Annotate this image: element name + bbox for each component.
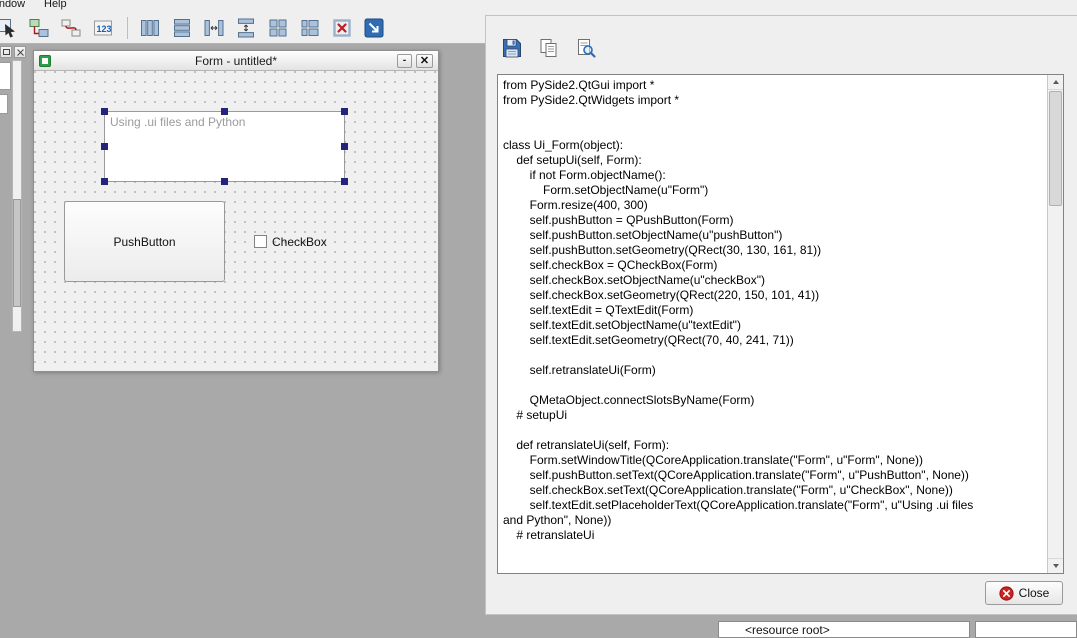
resize-handle[interactable] — [101, 178, 108, 185]
edit-signals-slots-icon — [28, 17, 50, 39]
tab-order-digits: 123 — [97, 24, 112, 34]
edit-tab-order-button[interactable]: 123 — [88, 14, 118, 42]
scroll-up-button[interactable] — [1048, 75, 1063, 90]
find-icon — [575, 37, 597, 59]
resize-handle[interactable] — [101, 143, 108, 150]
adjust-size-icon — [363, 17, 385, 39]
layout-grid-icon — [267, 17, 289, 39]
minimize-button[interactable]: - — [397, 54, 412, 68]
generated-python-code: from PySide2.QtGui import * from PySide2… — [498, 75, 1046, 573]
edit-widgets-button[interactable] — [0, 14, 22, 42]
resize-handle[interactable] — [341, 108, 348, 115]
break-layout-button[interactable] — [327, 14, 357, 42]
dock-titlebar — [0, 46, 26, 58]
edit-buddies-button[interactable] — [56, 14, 86, 42]
dock-list-fragment-2 — [0, 94, 8, 114]
qt-designer-screen: Window Help — [0, 0, 1077, 638]
save-icon — [501, 37, 523, 59]
break-layout-icon — [331, 17, 353, 39]
dock-close-icon — [16, 48, 25, 57]
resize-handle[interactable] — [341, 178, 348, 185]
code-scrollbar[interactable] — [1047, 75, 1063, 573]
textedit-widget[interactable]: Using .ui files and Python — [104, 111, 345, 182]
layout-horizontal-splitter-button[interactable] — [199, 14, 229, 42]
up-arrow-icon — [1053, 80, 1059, 84]
checkbox-label: CheckBox — [272, 235, 327, 249]
toolbar-separator — [127, 17, 128, 39]
find-button[interactable] — [572, 34, 600, 62]
dock-close-button[interactable] — [14, 46, 26, 58]
code-scrollbar-thumb[interactable] — [1049, 91, 1062, 206]
menu-window[interactable]: Window — [0, 0, 25, 10]
dock-float-icon — [2, 48, 11, 57]
layout-horizontal-icon — [139, 17, 161, 39]
resize-handle[interactable] — [221, 108, 228, 115]
resize-handle[interactable] — [101, 108, 108, 115]
copy-icon — [538, 37, 560, 59]
layout-form-button[interactable] — [295, 14, 325, 42]
edit-buddies-icon — [60, 17, 82, 39]
dock-float-button[interactable] — [0, 46, 12, 58]
down-arrow-icon — [1053, 564, 1059, 568]
form-window-icon — [39, 55, 51, 67]
layout-vertical-button[interactable] — [167, 14, 197, 42]
resource-browser-fragment: <resource root> — [718, 621, 970, 638]
form-designer-window: Form - untitled* - ✕ Using .ui files and… — [33, 50, 439, 372]
adjust-size-button[interactable] — [359, 14, 389, 42]
resource-root-item[interactable]: <resource root> — [719, 622, 969, 637]
dock-scrollbar[interactable] — [12, 60, 22, 332]
close-button-label: Close — [1019, 586, 1050, 600]
textedit-placeholder: Using .ui files and Python — [110, 115, 245, 129]
form-window-title: Form - untitled* — [34, 54, 438, 68]
resize-handle[interactable] — [221, 178, 228, 185]
edit-widgets-icon — [0, 17, 18, 39]
form-canvas[interactable]: Using .ui files and Python PushButton Ch… — [34, 71, 438, 371]
close-window-button[interactable]: ✕ — [416, 54, 433, 68]
left-dock-fragment — [0, 44, 26, 638]
main-toolbar: 123 — [0, 13, 391, 43]
view-code-dialog: from PySide2.QtGui import * from PySide2… — [485, 15, 1077, 615]
resize-handle[interactable] — [341, 143, 348, 150]
layout-form-icon — [299, 17, 321, 39]
layout-horizontal-button[interactable] — [135, 14, 165, 42]
layout-grid-button[interactable] — [263, 14, 293, 42]
close-button[interactable]: Close — [985, 581, 1063, 605]
dock-list-fragment — [0, 62, 11, 90]
pushbutton-widget[interactable]: PushButton — [64, 201, 225, 282]
checkbox-indicator[interactable] — [254, 235, 267, 248]
close-circle-icon — [999, 586, 1014, 601]
form-window-titlebar[interactable]: Form - untitled* - ✕ — [34, 51, 438, 71]
checkbox-widget[interactable]: CheckBox — [254, 221, 355, 262]
edit-signals-slots-button[interactable] — [24, 14, 54, 42]
dock-scrollbar-thumb[interactable] — [13, 199, 21, 307]
copy-button[interactable] — [535, 34, 563, 62]
menu-help[interactable]: Help — [44, 0, 67, 10]
code-view[interactable]: from PySide2.QtGui import * from PySide2… — [497, 74, 1064, 574]
layout-vertical-icon — [171, 17, 193, 39]
layout-horizontal-splitter-icon — [203, 17, 225, 39]
save-button[interactable] — [498, 34, 526, 62]
edit-tab-order-icon: 123 — [92, 17, 114, 39]
layout-vertical-splitter-icon — [235, 17, 257, 39]
code-dialog-toolbar — [498, 34, 600, 62]
bottom-panel-fragment — [975, 621, 1077, 638]
layout-vertical-splitter-button[interactable] — [231, 14, 261, 42]
scroll-down-button[interactable] — [1048, 558, 1063, 573]
